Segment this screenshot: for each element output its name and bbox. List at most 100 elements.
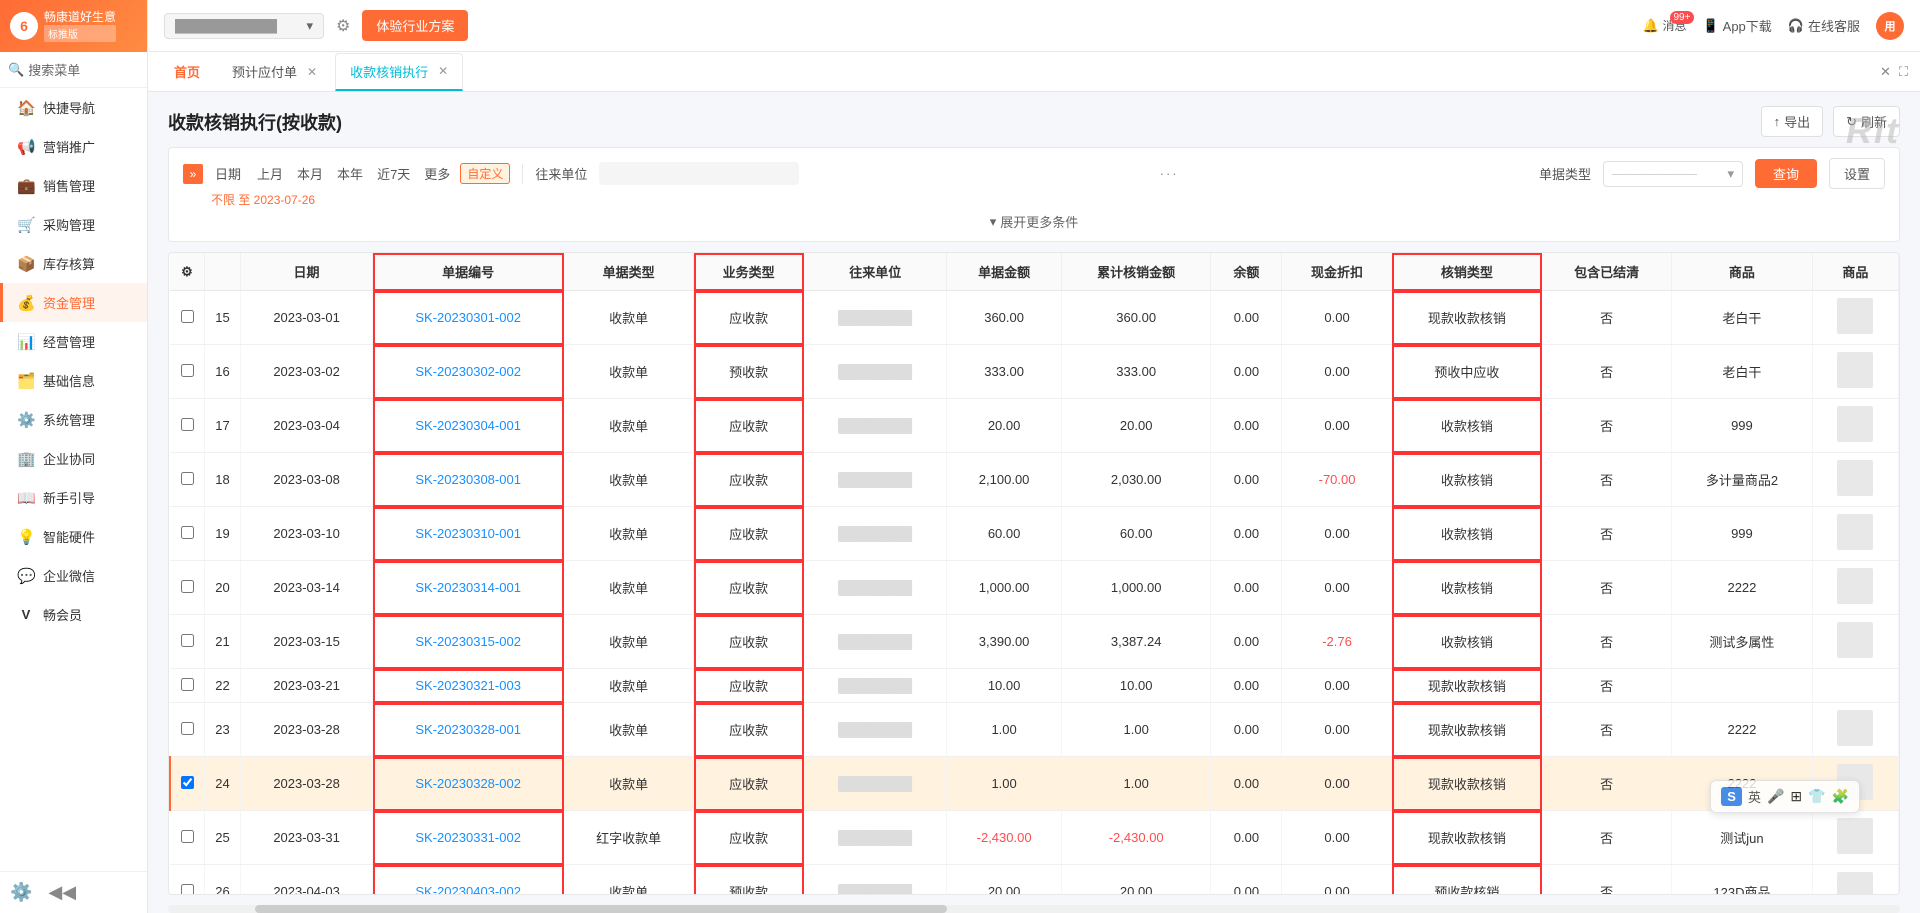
export-button[interactable]: ↑ 导出 <box>1761 106 1824 137</box>
user-avatar[interactable]: 用 <box>1876 12 1904 40</box>
last7-btn[interactable]: 近7天 <box>373 162 414 185</box>
sidebar-item-sales[interactable]: 💼销售管理 <box>0 166 147 205</box>
sidebar-item-operations[interactable]: 📊经营管理 <box>0 322 147 361</box>
query-button[interactable]: 查询 <box>1755 159 1817 188</box>
close-all-icon[interactable]: ✕ <box>1880 64 1891 80</box>
cell-checkbox[interactable] <box>170 507 205 561</box>
cell-checkbox[interactable] <box>170 291 205 345</box>
search-menu[interactable]: 🔍 搜索菜单 <box>0 52 147 88</box>
sidebar-item-base[interactable]: 🗂️基础信息 <box>0 361 147 400</box>
doc-no-link[interactable]: SK-20230328-001 <box>415 722 521 737</box>
workspace-selector[interactable]: ████████████ ▾ <box>164 13 324 39</box>
settings-footer-icon[interactable]: ⚙️ <box>10 882 32 903</box>
date-filter-label: 日期 <box>215 164 241 183</box>
doc-no-link[interactable]: SK-20230328-002 <box>415 776 521 791</box>
cell-checkbox[interactable] <box>170 703 205 757</box>
scrollbar-thumb[interactable] <box>255 905 948 913</box>
table-row[interactable]: 22 2023-03-21 SK-20230321-003 收款单 应收款 ██… <box>170 669 1899 703</box>
doc-no-link[interactable]: SK-20230302-002 <box>415 364 521 379</box>
collection-tab-close[interactable]: ✕ <box>438 64 448 78</box>
cell-checkbox[interactable] <box>170 757 205 811</box>
table-row[interactable]: 20 2023-03-14 SK-20230314-001 收款单 应收款 ██… <box>170 561 1899 615</box>
doc-no-link[interactable]: SK-20230301-002 <box>415 310 521 325</box>
last-month-btn[interactable]: 上月 <box>253 162 287 185</box>
cell-counterparty: ████████ <box>804 453 947 507</box>
table-row[interactable]: 26 2023-04-03 SK-20230403-002 收款单 预收款 ██… <box>170 865 1899 896</box>
date-range-display: 不限 至 2023-07-26 <box>211 193 315 207</box>
expand-more-btn[interactable]: ▾ 展开更多条件 <box>990 212 1079 231</box>
table-row[interactable]: 19 2023-03-10 SK-20230310-001 收款单 应收款 ██… <box>170 507 1899 561</box>
sidebar-item-purchase[interactable]: 🛒采购管理 <box>0 205 147 244</box>
support-button[interactable]: 🎧 在线客服 <box>1788 16 1860 35</box>
table-row[interactable]: 21 2023-03-15 SK-20230315-002 收款单 应收款 ██… <box>170 615 1899 669</box>
collapse-icon[interactable]: ◀◀ <box>48 882 76 903</box>
horizontal-scrollbar[interactable] <box>168 905 1900 913</box>
table-row[interactable]: 17 2023-03-04 SK-20230304-001 收款单 应收款 ██… <box>170 399 1899 453</box>
tab-prepay[interactable]: 预计应付单 ✕ <box>218 54 331 89</box>
cell-cash-discount: 0.00 <box>1282 291 1392 345</box>
cell-checkbox[interactable] <box>170 399 205 453</box>
sidebar-item-system[interactable]: ⚙️系统管理 <box>0 400 147 439</box>
doc-no-link[interactable]: SK-20230331-002 <box>415 830 521 845</box>
doc-no-link[interactable]: SK-20230308-001 <box>415 472 521 487</box>
settings-button[interactable]: 设置 <box>1829 158 1885 189</box>
solution-button[interactable]: 体验行业方案 <box>362 10 468 41</box>
gear-button[interactable]: ⚙ <box>336 16 350 36</box>
col-balance: 余额 <box>1211 253 1282 291</box>
sidebar-item-quicknav[interactable]: 🏠快捷导航 <box>0 88 147 127</box>
cell-cancel-type: 现款收款核销 <box>1392 669 1542 703</box>
doc-no-link[interactable]: SK-20230403-002 <box>415 884 521 895</box>
col-doc-amount: 单据金额 <box>947 253 1062 291</box>
tab-home[interactable]: 首页 <box>160 54 214 89</box>
this-year-btn[interactable]: 本年 <box>333 162 367 185</box>
messages-button[interactable]: 🔔 99+ 消息 <box>1643 17 1687 34</box>
cell-checkbox[interactable] <box>170 669 205 703</box>
expand-icon[interactable]: ⛶ <box>1899 64 1908 80</box>
more-date-btn[interactable]: 更多 <box>420 162 454 185</box>
this-month-btn[interactable]: 本月 <box>293 162 327 185</box>
cell-date: 2023-03-01 <box>241 291 373 345</box>
cell-doc-no: SK-20230328-001 <box>373 703 564 757</box>
cell-checkbox[interactable] <box>170 453 205 507</box>
sidebar-item-wechat[interactable]: 💬企业微信 <box>0 556 147 595</box>
cell-checkbox[interactable] <box>170 615 205 669</box>
sidebar-item-inventory[interactable]: 📦库存核算 <box>0 244 147 283</box>
table-row[interactable]: 25 2023-03-31 SK-20230331-002 红字收款单 应收款 … <box>170 811 1899 865</box>
cell-date: 2023-03-14 <box>241 561 373 615</box>
doc-no-link[interactable]: SK-20230315-002 <box>415 634 521 649</box>
table-row[interactable]: 16 2023-03-02 SK-20230302-002 收款单 预收款 ██… <box>170 345 1899 399</box>
custom-date-btn[interactable]: 自定义 <box>460 163 510 184</box>
sidebar-item-finance[interactable]: 💰资金管理 <box>0 283 147 322</box>
cell-checkbox[interactable] <box>170 865 205 896</box>
table-row[interactable]: 24 2023-03-28 SK-20230328-002 收款单 应收款 ██… <box>170 757 1899 811</box>
doc-no-link[interactable]: SK-20230304-001 <box>415 418 521 433</box>
table-settings-icon[interactable]: ⚙ <box>181 264 193 279</box>
cell-balance: 0.00 <box>1211 811 1282 865</box>
prepay-tab-close[interactable]: ✕ <box>307 65 317 79</box>
sidebar-item-member[interactable]: V畅会员 <box>0 595 147 634</box>
table-row[interactable]: 18 2023-03-08 SK-20230308-001 收款单 应收款 ██… <box>170 453 1899 507</box>
sidebar-item-marketing[interactable]: 📢营销推广 <box>0 127 147 166</box>
doc-no-link[interactable]: SK-20230321-003 <box>415 678 521 693</box>
sidebar-item-hardware[interactable]: 💡智能硬件 <box>0 517 147 556</box>
cell-checkbox[interactable] <box>170 561 205 615</box>
receipt-type-select[interactable]: ────────── ▾ <box>1603 161 1743 187</box>
filter-expand-button[interactable]: » <box>183 164 203 184</box>
cell-goods: 多计量商品2 <box>1672 453 1813 507</box>
app-download-button[interactable]: 📱 App下载 <box>1702 16 1771 35</box>
counterparty-input[interactable] <box>599 162 799 185</box>
cell-index: 25 <box>205 811 241 865</box>
receipt-type-label: 单据类型 <box>1539 164 1591 183</box>
table-row[interactable]: 23 2023-03-28 SK-20230328-001 收款单 应收款 ██… <box>170 703 1899 757</box>
cell-checkbox[interactable] <box>170 811 205 865</box>
col-settings[interactable]: ⚙ <box>170 253 205 291</box>
cell-goods2 <box>1812 811 1898 865</box>
sidebar-item-enterprise[interactable]: 🏢企业协同 <box>0 439 147 478</box>
cell-cancel-type: 收款核销 <box>1392 399 1542 453</box>
doc-no-link[interactable]: SK-20230314-001 <box>415 580 521 595</box>
cell-checkbox[interactable] <box>170 345 205 399</box>
doc-no-link[interactable]: SK-20230310-001 <box>415 526 521 541</box>
table-row[interactable]: 15 2023-03-01 SK-20230301-002 收款单 应收款 ██… <box>170 291 1899 345</box>
tab-collection[interactable]: 收款核销执行 ✕ <box>335 53 463 91</box>
sidebar-item-guide[interactable]: 📖新手引导 <box>0 478 147 517</box>
